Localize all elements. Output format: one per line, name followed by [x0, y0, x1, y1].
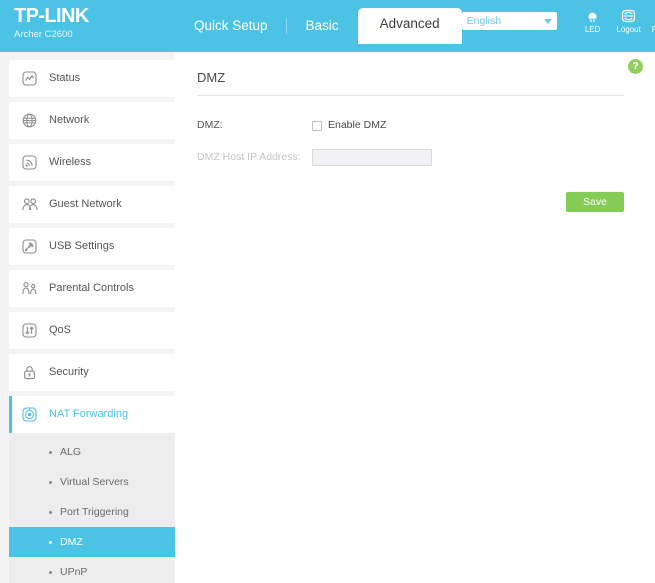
sidebar-group-network: Network: [9, 102, 175, 139]
device-model-label: Archer C2600: [14, 29, 73, 40]
sidebar-group-status: Status: [9, 60, 175, 97]
sidebar-subitem-label: DMZ: [60, 536, 83, 548]
sidebar-item-label: QoS: [49, 324, 72, 336]
usb-plug-icon: [21, 238, 38, 255]
page-body: Status Network Wireless Guest Network US…: [0, 52, 655, 583]
globe-icon: [21, 112, 38, 129]
sidebar-group-qos: QoS: [9, 312, 175, 349]
sidebar-group-security: Security: [9, 354, 175, 391]
sidebar-item-label: Parental Controls: [49, 282, 134, 294]
nat-target-icon: [21, 406, 38, 423]
language-select[interactable]: English: [461, 12, 557, 30]
tab-basic[interactable]: Basic: [287, 18, 358, 34]
sidebar-item-label: NAT Forwarding: [49, 408, 129, 420]
sidebar-subitem-upnp[interactable]: UPnP: [9, 557, 175, 583]
tab-advanced[interactable]: Advanced: [357, 8, 462, 44]
sidebar-subitem-label: Port Triggering: [60, 506, 129, 518]
sidebar-item-label: Status: [49, 72, 81, 84]
dmz-form: DMZ: Enable DMZ DMZ Host IP Address: Sav…: [197, 96, 633, 212]
tab-quick-setup[interactable]: Quick Setup: [175, 18, 287, 34]
led-button-label: LED: [584, 24, 601, 34]
sidebar-subitem-dmz[interactable]: DMZ: [9, 527, 175, 557]
guest-users-icon: [21, 196, 38, 213]
sidebar-item-status[interactable]: Status: [9, 60, 175, 97]
sidebar-subitem-virtual-servers[interactable]: Virtual Servers: [9, 467, 175, 497]
logout-icon: [621, 9, 636, 23]
app-header: TP-LINK Archer C2600 Quick Setup Basic A…: [0, 0, 655, 52]
sidebar-item-usb-settings[interactable]: USB Settings: [9, 228, 175, 265]
page-title: DMZ: [197, 70, 226, 85]
sidebar-subitem-label: ALG: [60, 446, 82, 458]
sidebar-group-wireless: Wireless: [9, 144, 175, 181]
sidebar-item-label: Wireless: [49, 156, 92, 168]
brand-block: TP-LINK Archer C2600: [0, 0, 175, 41]
led-button[interactable]: LED: [575, 9, 611, 34]
sidebar-item-security[interactable]: Security: [9, 354, 175, 391]
sidebar-item-label: Security: [49, 366, 89, 378]
checkbox-box-icon[interactable]: [312, 120, 322, 131]
qos-arrows-icon: [21, 322, 38, 339]
form-actions: Save: [197, 192, 624, 212]
enable-dmz-checkbox-label: Enable DMZ: [328, 119, 387, 131]
sidebar-subitem-label: Virtual Servers: [60, 476, 129, 488]
reboot-button[interactable]: Reboot: [647, 9, 655, 34]
header-actions: English LED Logout R: [461, 0, 655, 42]
sidebar-item-network[interactable]: Network: [9, 102, 175, 139]
primary-nav-tabs: Quick Setup Basic Advanced: [175, 0, 462, 52]
sidebar-item-guest-network[interactable]: Guest Network: [9, 186, 175, 223]
sidebar-item-wireless[interactable]: Wireless: [9, 144, 175, 181]
dmz-label: DMZ:: [197, 119, 223, 131]
padlock-icon: [21, 364, 38, 381]
logout-button-label: Logout: [616, 24, 641, 34]
help-button[interactable]: ?: [628, 59, 643, 74]
logout-button[interactable]: Logout: [611, 9, 647, 34]
sidebar-item-label: Guest Network: [49, 198, 122, 210]
sidebar-item-label: USB Settings: [49, 240, 115, 252]
sidebar-group-parental-controls: Parental Controls: [9, 270, 175, 307]
sidebar-item-qos[interactable]: QoS: [9, 312, 175, 349]
sidebar-group-usb-settings: USB Settings: [9, 228, 175, 265]
led-icon: [585, 9, 600, 23]
sidebar-item-nat-forwarding[interactable]: NAT Forwarding: [9, 396, 175, 433]
sidebar-subitem-alg[interactable]: ALG: [9, 437, 175, 467]
language-selected-value: English: [466, 15, 502, 27]
save-button[interactable]: Save: [566, 192, 624, 212]
bullet-icon: [49, 570, 52, 574]
dmz-host-ip-input[interactable]: [312, 149, 432, 166]
bullet-icon: [49, 510, 52, 514]
wireless-signal-icon: [21, 154, 38, 171]
main-content: ? DMZ DMZ: Enable DMZ DMZ Host IP Addres…: [175, 52, 655, 583]
bullet-icon: [49, 540, 52, 544]
bullet-icon: [49, 450, 52, 454]
chevron-down-icon: [543, 18, 552, 24]
sidebar-group-nat-forwarding: NAT Forwarding ALG Virtual Servers Port …: [9, 396, 175, 583]
sidebar-subitem-label: UPnP: [60, 566, 88, 578]
dmz-host-ip-label: DMZ Host IP Address:: [197, 151, 301, 163]
sidebar-submenu-nat-forwarding: ALG Virtual Servers Port Triggering DMZ …: [9, 433, 175, 583]
sidebar-subitem-port-triggering[interactable]: Port Triggering: [9, 497, 175, 527]
dmz-host-ip-row: DMZ Host IP Address:: [197, 145, 633, 170]
parental-family-icon: [21, 280, 38, 297]
sidebar-nav: Status Network Wireless Guest Network US…: [0, 52, 175, 583]
sidebar-group-guest-network: Guest Network: [9, 186, 175, 223]
brand-logo-text: TP-LINK: [14, 5, 89, 27]
dmz-enable-row: DMZ: Enable DMZ: [197, 113, 633, 138]
bullet-icon: [49, 480, 52, 484]
sidebar-item-parental-controls[interactable]: Parental Controls: [9, 270, 175, 307]
status-chart-icon: [21, 70, 38, 87]
enable-dmz-checkbox[interactable]: Enable DMZ: [312, 119, 386, 132]
sidebar-item-label: Network: [49, 114, 90, 126]
